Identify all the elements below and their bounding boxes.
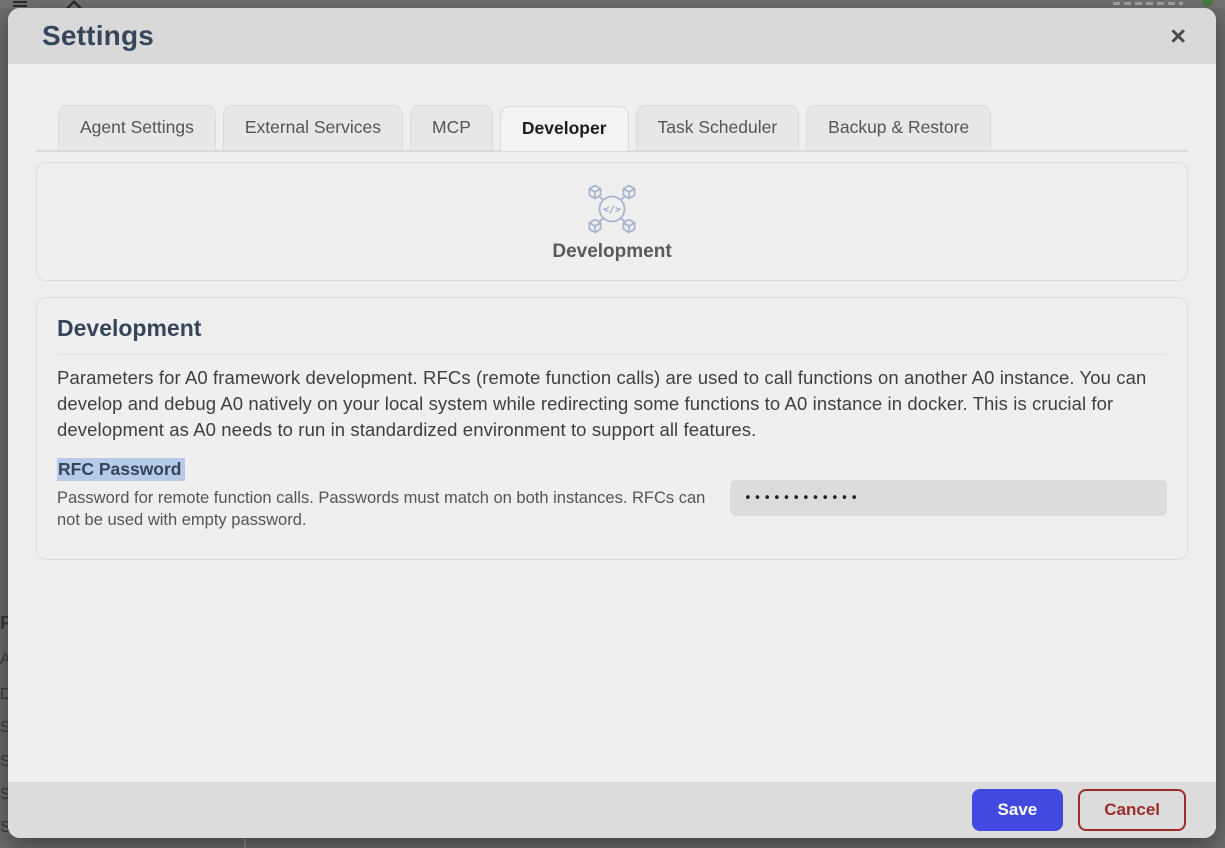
section-nav-development[interactable]: </> Development	[36, 162, 1188, 281]
tab-backup-restore[interactable]: Backup & Restore	[806, 105, 992, 150]
tab-developer[interactable]: Developer	[499, 106, 629, 151]
settings-modal: Settings × Agent Settings External Servi…	[8, 8, 1216, 838]
clipped-letter: S	[0, 819, 8, 836]
clipped-letter: P	[0, 613, 8, 633]
save-button[interactable]: Save	[971, 789, 1064, 831]
tab-mcp[interactable]: MCP	[410, 105, 493, 150]
modal-header: Settings ×	[8, 8, 1216, 64]
section-description: Parameters for A0 framework development.…	[57, 367, 1147, 440]
rfc-password-description: Password for remote function calls. Pass…	[57, 489, 706, 529]
rfc-password-label: RFC Password	[57, 458, 185, 481]
close-icon[interactable]: ×	[1164, 21, 1192, 52]
field-input-block	[712, 459, 1167, 531]
clipped-letter: S	[0, 786, 8, 803]
section-nav-label: Development	[552, 240, 672, 262]
section-heading: Development	[57, 315, 202, 341]
modal-body: Agent Settings External Services MCP Dev…	[8, 105, 1216, 560]
clipped-topbar-text	[1113, 2, 1183, 5]
section-divider	[57, 354, 1167, 355]
background-page-seam	[244, 838, 246, 848]
modal-title: Settings	[42, 20, 155, 51]
clipped-letter: S	[0, 719, 8, 736]
clipped-letter: A	[0, 651, 8, 668]
field-text-block: RFC Password Password for remote functio…	[57, 458, 712, 531]
tab-external-services[interactable]: External Services	[222, 105, 403, 150]
tab-task-scheduler[interactable]: Task Scheduler	[635, 105, 800, 150]
development-section: Development Parameters for A0 framework …	[36, 297, 1188, 560]
development-rfc-icon: </>	[584, 181, 640, 237]
clipped-letter: D	[0, 686, 8, 703]
background-sidebar-clipped-text: P A D S S S S	[0, 0, 8, 848]
tab-agent-settings[interactable]: Agent Settings	[58, 105, 216, 150]
app-logo	[66, 0, 82, 8]
clipped-letter: S	[0, 753, 8, 770]
rfc-password-field-row: RFC Password Password for remote functio…	[57, 458, 1167, 531]
settings-tab-bar: Agent Settings External Services MCP Dev…	[36, 105, 1188, 152]
svg-text:</>: </>	[603, 204, 621, 215]
cancel-button[interactable]: Cancel	[1078, 789, 1186, 831]
modal-footer: Save Cancel	[8, 782, 1216, 838]
status-dot	[1202, 0, 1213, 7]
rfc-password-input[interactable]	[730, 480, 1167, 516]
